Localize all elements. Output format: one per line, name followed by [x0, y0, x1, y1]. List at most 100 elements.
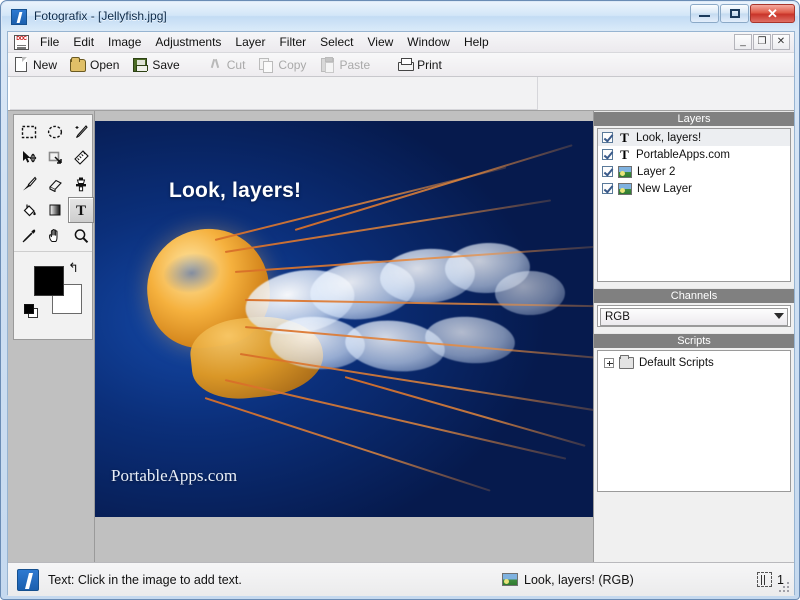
- close-button[interactable]: ✕: [750, 4, 795, 23]
- title-bar: Fotografix - [Jellyfish.jpg] ✕: [2, 2, 798, 30]
- rectangular-marquee-tool[interactable]: [16, 119, 42, 145]
- mdi-restore-button[interactable]: ❐: [753, 34, 771, 50]
- menu-view[interactable]: View: [360, 33, 400, 52]
- minimize-button[interactable]: [690, 4, 719, 23]
- window-controls: ✕: [690, 4, 795, 23]
- scripts-panel-title: Scripts: [594, 333, 794, 348]
- toolbar-new-label: New: [33, 58, 57, 72]
- zoom-tool[interactable]: [68, 223, 94, 249]
- tree-item-default-scripts[interactable]: Default Scripts: [598, 354, 790, 372]
- menu-image[interactable]: Image: [101, 33, 148, 52]
- layer-row[interactable]: T Look, layers!: [598, 129, 790, 146]
- eyedropper-tool[interactable]: [16, 223, 42, 249]
- chevron-down-icon[interactable]: [774, 313, 784, 319]
- paint-bucket-tool[interactable]: [16, 197, 42, 223]
- maximize-button[interactable]: [720, 4, 749, 23]
- mdi-window-controls: _ ❐ ✕: [734, 34, 790, 50]
- image-layer-icon: [618, 166, 632, 178]
- status-document: Look, layers! (RGB): [502, 573, 634, 587]
- layer-count-icon: [757, 572, 772, 587]
- scripts-tree[interactable]: Default Scripts: [597, 350, 791, 492]
- channel-selected-value: RGB: [605, 311, 630, 323]
- status-hint-text: Text: Click in the image to add text.: [48, 573, 242, 587]
- toolbar-open-label: Open: [90, 58, 119, 72]
- channel-select[interactable]: RGB: [600, 308, 788, 326]
- eraser-tool[interactable]: [42, 171, 68, 197]
- layer-name: PortableApps.com: [636, 149, 730, 161]
- jellyfish-tentacle: [205, 397, 491, 492]
- layer-visibility-checkbox[interactable]: [602, 132, 613, 143]
- toolbar-save-button[interactable]: Save: [127, 56, 187, 74]
- menu-help[interactable]: Help: [457, 33, 496, 52]
- measure-tool[interactable]: [68, 145, 94, 171]
- tool-options-panel[interactable]: [10, 77, 538, 110]
- layer-visibility-checkbox[interactable]: [602, 166, 613, 177]
- image-layer-icon: [618, 183, 632, 195]
- canvas-text-look-layers[interactable]: Look, layers!: [169, 179, 301, 203]
- menu-filter[interactable]: Filter: [272, 33, 313, 52]
- menu-edit[interactable]: Edit: [66, 33, 101, 52]
- work-area: T ↰: [8, 111, 794, 562]
- image-canvas[interactable]: Look, layers! PortableApps.com: [95, 121, 594, 517]
- printer-icon: [397, 57, 413, 73]
- layer-row[interactable]: Layer 2: [598, 163, 790, 180]
- toolbar-cut-button: Cut: [202, 56, 254, 74]
- application-window: Fotografix - [Jellyfish.jpg] ✕ File Edit…: [0, 0, 800, 600]
- mdi-minimize-button[interactable]: _: [734, 34, 752, 50]
- menu-select[interactable]: Select: [313, 33, 360, 52]
- clone-stamp-tool[interactable]: [68, 171, 94, 197]
- layers-list[interactable]: T Look, layers! T PortableApps.com Layer…: [597, 128, 791, 282]
- text-layer-icon: T: [618, 132, 631, 144]
- fotografix-icon: [11, 9, 27, 25]
- main-toolbar: New Open Save Cut Copy Paste: [8, 53, 794, 77]
- clipboard-icon: [319, 57, 335, 73]
- window-title: Fotografix - [Jellyfish.jpg]: [34, 9, 167, 23]
- hand-tool[interactable]: [42, 223, 68, 249]
- toolbar-print-label: Print: [417, 58, 442, 72]
- layer-name: Look, layers!: [636, 132, 701, 144]
- toolbar-open-button[interactable]: Open: [65, 56, 127, 74]
- plus-icon[interactable]: [604, 358, 614, 368]
- gradient-tool[interactable]: [42, 197, 68, 223]
- status-bar: Text: Click in the image to add text. Lo…: [8, 562, 794, 596]
- canvas-text-portableapps[interactable]: PortableApps.com: [111, 466, 237, 486]
- layer-row[interactable]: New Layer: [598, 180, 790, 197]
- move-tool[interactable]: [16, 145, 42, 171]
- text-tool[interactable]: T: [68, 197, 94, 223]
- default-colors-icon[interactable]: [24, 304, 37, 317]
- scissors-icon: [207, 57, 223, 73]
- resize-grip[interactable]: [779, 582, 791, 594]
- document-icon: [14, 35, 29, 50]
- layer-visibility-checkbox[interactable]: [602, 149, 613, 160]
- toolbox-panel: T ↰: [13, 114, 93, 340]
- toolbar-paste-label: Paste: [339, 58, 370, 72]
- menu-layer[interactable]: Layer: [228, 33, 272, 52]
- fotografix-icon: [17, 569, 39, 591]
- magic-wand-tool[interactable]: [68, 119, 94, 145]
- mdi-close-button[interactable]: ✕: [772, 34, 790, 50]
- brush-tool[interactable]: [16, 171, 42, 197]
- toolbar-paste-button: Paste: [314, 56, 378, 74]
- foreground-color-swatch[interactable]: [34, 266, 64, 296]
- elliptical-marquee-tool[interactable]: [42, 119, 68, 145]
- swap-colors-icon[interactable]: ↰: [68, 262, 82, 276]
- channels-panel-body: RGB: [597, 305, 791, 327]
- client-area: File Edit Image Adjustments Layer Filter…: [7, 31, 795, 595]
- jellyfish-frill: [495, 271, 565, 315]
- toolbar-cut-label: Cut: [227, 58, 246, 72]
- new-page-icon: [13, 57, 29, 73]
- text-layer-icon: T: [618, 149, 631, 161]
- channels-panel-title: Channels: [594, 288, 794, 303]
- document-window: Look, layers! PortableApps.com: [94, 111, 594, 562]
- menu-adjustments[interactable]: Adjustments: [148, 33, 228, 52]
- crop-tool[interactable]: [42, 145, 68, 171]
- layer-visibility-checkbox[interactable]: [602, 183, 613, 194]
- layer-row[interactable]: T PortableApps.com: [598, 146, 790, 163]
- toolbar-new-button[interactable]: New: [8, 56, 65, 74]
- color-swatches: ↰: [14, 251, 92, 339]
- menu-file[interactable]: File: [33, 33, 66, 52]
- toolbar-print-button[interactable]: Print: [392, 56, 450, 74]
- menu-window[interactable]: Window: [400, 33, 457, 52]
- tool-grid: T: [14, 115, 92, 249]
- toolbar-save-label: Save: [152, 58, 179, 72]
